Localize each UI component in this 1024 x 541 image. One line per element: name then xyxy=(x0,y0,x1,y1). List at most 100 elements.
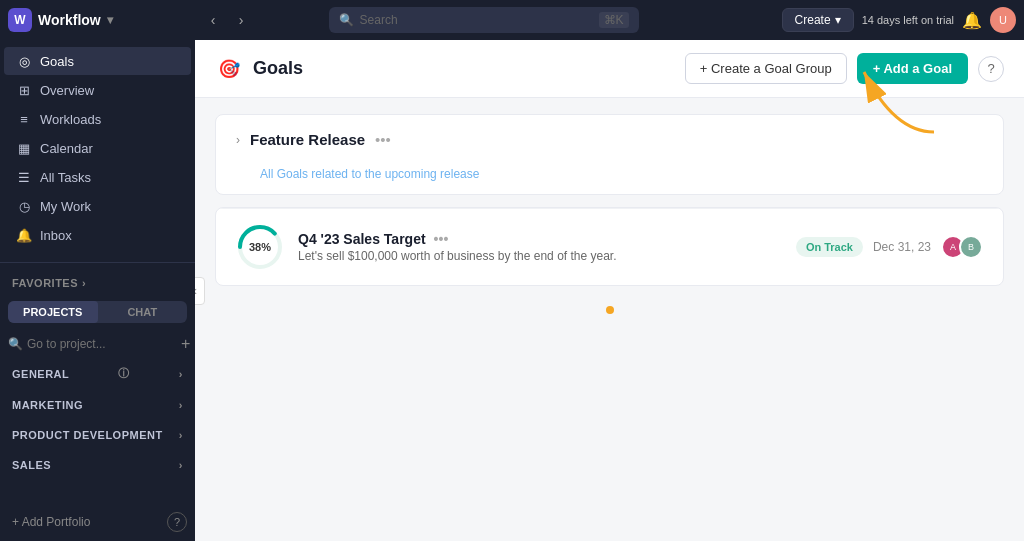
goal-name-row: Q4 '23 Sales Target ••• xyxy=(298,231,782,247)
progress-text: 38% xyxy=(249,241,271,253)
logo-icon: W xyxy=(8,8,32,32)
forward-button[interactable]: › xyxy=(229,8,253,32)
general-chevron-icon: › xyxy=(179,368,183,380)
page-title: Goals xyxy=(253,58,303,79)
project-group-product-dev: PRODUCT DEVELOPMENT › xyxy=(0,424,195,446)
sidebar-inbox-label: Inbox xyxy=(40,228,72,243)
tab-projects[interactable]: PROJECTS xyxy=(8,301,98,323)
sidebar-item-overview[interactable]: ⊞ Overview xyxy=(4,76,191,104)
marketing-label: MARKETING xyxy=(12,399,83,411)
sidebar-item-calendar[interactable]: ▦ Calendar xyxy=(4,134,191,162)
sales-group-header[interactable]: SALES › xyxy=(0,454,195,476)
tab-chat[interactable]: CHAT xyxy=(98,301,188,323)
goal-info: Q4 '23 Sales Target ••• Let's sell $100,… xyxy=(298,231,782,263)
header-actions: + Create a Goal Group + Add a Goal ? xyxy=(685,53,1004,84)
sidebar: ◎ Goals ⊞ Overview ≡ Workloads ▦ Calenda… xyxy=(0,40,195,541)
user-avatar[interactable]: U xyxy=(990,7,1016,33)
sidebar-help-button[interactable]: ? xyxy=(167,512,187,532)
sidebar-all-tasks-label: All Tasks xyxy=(40,170,91,185)
sidebar-item-my-work[interactable]: ◷ My Work xyxy=(4,192,191,220)
goal-avatar-2: B xyxy=(959,235,983,259)
search-project-icon: 🔍 xyxy=(8,337,23,351)
orange-dot xyxy=(606,306,614,314)
create-button[interactable]: Create ▾ xyxy=(782,8,854,32)
feature-release-desc-text: All Goals related to the upcoming releas… xyxy=(260,167,479,181)
project-group-sales: SALES › xyxy=(0,454,195,476)
create-chevron-icon: ▾ xyxy=(835,13,841,27)
add-portfolio-button[interactable]: + Add Portfolio xyxy=(8,511,94,533)
goal-title: Q4 '23 Sales Target xyxy=(298,231,426,247)
goal-group-feature-release: › Feature Release ••• All Goals related … xyxy=(215,114,1004,195)
sidebar-calendar-label: Calendar xyxy=(40,141,93,156)
project-group-marketing: MARKETING › xyxy=(0,394,195,416)
goal-avatars: A B xyxy=(941,235,983,259)
search-icon: 🔍 xyxy=(339,13,354,27)
feature-release-more-icon[interactable]: ••• xyxy=(375,131,391,148)
notification-button[interactable]: 🔔 xyxy=(962,11,982,30)
project-group-general: GENERAL ⓘ › xyxy=(0,361,195,386)
product-dev-group-header[interactable]: PRODUCT DEVELOPMENT › xyxy=(0,424,195,446)
sales-label: SALES xyxy=(12,459,51,471)
sidebar-overview-label: Overview xyxy=(40,83,94,98)
add-project-button[interactable]: + xyxy=(181,335,190,353)
orange-dot-row xyxy=(215,298,1004,322)
q4-sales-item: 38% Q4 '23 Sales Target ••• Let's sell $… xyxy=(216,208,1003,285)
sales-chevron-icon: › xyxy=(179,459,183,471)
feature-release-name: Feature Release xyxy=(250,131,365,148)
general-group-header[interactable]: GENERAL ⓘ › xyxy=(0,361,195,386)
back-button[interactable]: ‹ xyxy=(201,8,225,32)
project-search-row: 🔍 + xyxy=(0,331,195,357)
nav-buttons: ‹ › xyxy=(201,8,253,32)
general-info-icon: ⓘ xyxy=(118,366,130,381)
goal-item-q4-sales: 38% Q4 '23 Sales Target ••• Let's sell $… xyxy=(215,207,1004,286)
goal-more-icon[interactable]: ••• xyxy=(434,231,449,247)
add-goal-button[interactable]: + Add a Goal xyxy=(857,53,968,84)
overview-icon: ⊞ xyxy=(16,82,32,98)
progress-circle: 38% xyxy=(236,223,284,271)
marketing-chevron-icon: › xyxy=(179,399,183,411)
content-area: ‹ 🎯 Goals + Create a Goal Group + Add a … xyxy=(195,40,1024,541)
sidebar-tabs: PROJECTS CHAT xyxy=(8,301,187,323)
on-track-badge: On Track xyxy=(796,237,863,257)
feature-release-chevron-icon: › xyxy=(236,133,240,147)
sidebar-item-inbox[interactable]: 🔔 Inbox xyxy=(4,221,191,249)
trial-badge: 14 days left on trial xyxy=(862,14,954,26)
inbox-icon: 🔔 xyxy=(16,227,32,243)
product-dev-chevron-icon: › xyxy=(179,429,183,441)
sidebar-nav: ◎ Goals ⊞ Overview ≡ Workloads ▦ Calenda… xyxy=(0,40,195,256)
my-work-icon: ◷ xyxy=(16,198,32,214)
feature-release-description: All Goals related to the upcoming releas… xyxy=(216,164,1003,194)
goals-icon: ◎ xyxy=(16,53,32,69)
app-dropdown-icon[interactable]: ▾ xyxy=(107,13,113,27)
main-layout: ◎ Goals ⊞ Overview ≡ Workloads ▦ Calenda… xyxy=(0,40,1024,541)
create-goal-group-button[interactable]: + Create a Goal Group xyxy=(685,53,847,84)
sidebar-item-all-tasks[interactable]: ☰ All Tasks xyxy=(4,163,191,191)
search-shortcut: ⌘K xyxy=(599,12,629,28)
all-tasks-icon: ☰ xyxy=(16,169,32,185)
marketing-group-header[interactable]: MARKETING › xyxy=(0,394,195,416)
page-help-button[interactable]: ? xyxy=(978,56,1004,82)
sidebar-divider xyxy=(0,262,195,263)
add-portfolio-label: + Add Portfolio xyxy=(12,515,90,529)
workloads-icon: ≡ xyxy=(16,111,32,127)
sidebar-collapse-button[interactable]: ‹ xyxy=(195,277,205,305)
goal-description: Let's sell $100,000 worth of business by… xyxy=(298,249,782,263)
favorites-section: FAVORITES › xyxy=(0,269,195,293)
feature-release-header[interactable]: › Feature Release ••• xyxy=(216,115,1003,164)
app-name: Workflow xyxy=(38,12,101,28)
goal-meta: On Track Dec 31, 23 A B xyxy=(796,235,983,259)
calendar-icon: ▦ xyxy=(16,140,32,156)
topbar-right: Create ▾ 14 days left on trial 🔔 U xyxy=(782,7,1016,33)
sidebar-bottom: + Add Portfolio ? xyxy=(0,503,195,541)
goals-body: › Feature Release ••• All Goals related … xyxy=(195,98,1024,541)
product-dev-label: PRODUCT DEVELOPMENT xyxy=(12,429,163,441)
project-search-input[interactable] xyxy=(23,335,181,353)
favorites-chevron-icon: › xyxy=(82,277,86,289)
page-header: 🎯 Goals + Create a Goal Group + Add a Go… xyxy=(195,40,1024,98)
sidebar-item-goals[interactable]: ◎ Goals xyxy=(4,47,191,75)
goal-date: Dec 31, 23 xyxy=(873,240,931,254)
sidebar-my-work-label: My Work xyxy=(40,199,91,214)
sidebar-item-workloads[interactable]: ≡ Workloads xyxy=(4,105,191,133)
search-bar[interactable]: 🔍 Search ⌘K xyxy=(329,7,639,33)
app-logo: W Workflow ▾ xyxy=(8,8,193,32)
